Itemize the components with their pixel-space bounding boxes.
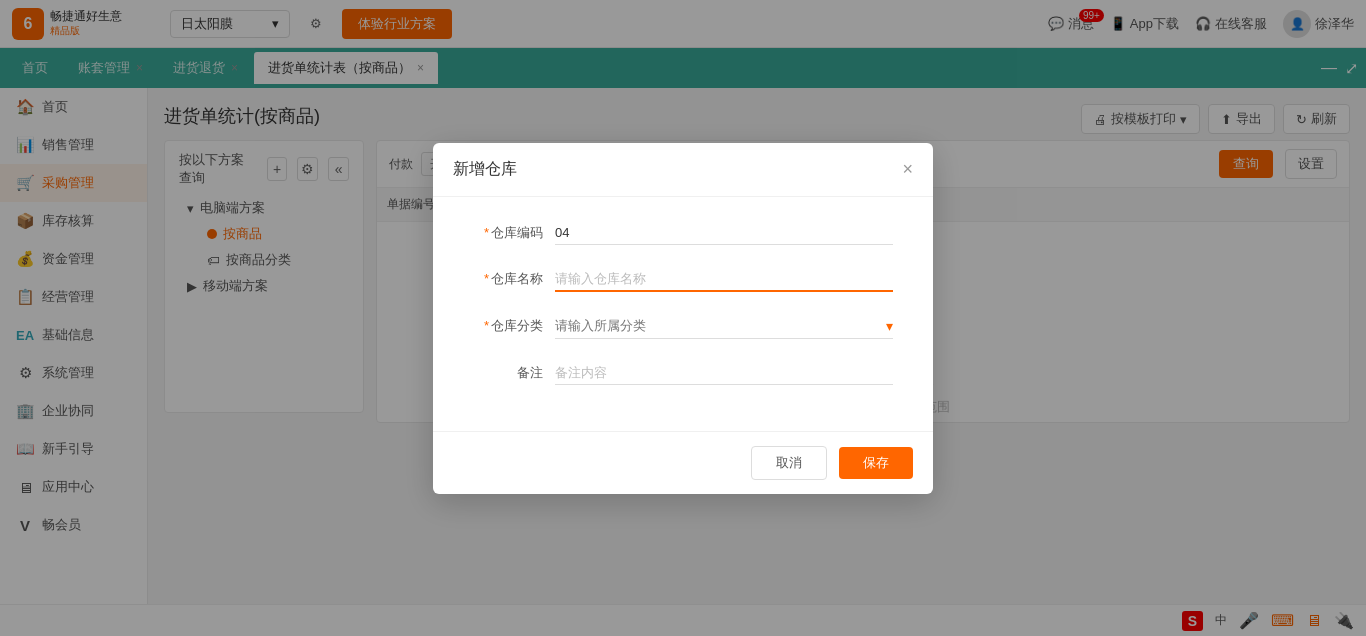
form-row-code: *仓库编码 [473,221,893,245]
modal-title: 新增仓库 [453,159,517,180]
modal-close-button[interactable]: × [902,159,913,180]
remark-label: 备注 [473,364,543,382]
warehouse-remark-input[interactable] [555,361,893,385]
warehouse-name-input[interactable] [555,267,893,292]
form-row-category: *仓库分类 ▾ [473,314,893,339]
warehouse-category-input[interactable] [555,318,886,333]
new-warehouse-modal: 新增仓库 × *仓库编码 *仓库名称 *仓库分类 [433,143,933,494]
form-row-remark: 备注 [473,361,893,385]
warehouse-code-input[interactable] [555,221,893,245]
modal-header: 新增仓库 × [433,143,933,197]
category-label: *仓库分类 [473,317,543,335]
chevron-down-icon: ▾ [886,318,893,334]
form-row-name: *仓库名称 [473,267,893,292]
name-label: *仓库名称 [473,270,543,288]
category-select-wrap[interactable]: ▾ [555,314,893,339]
code-label: *仓库编码 [473,224,543,242]
modal-body: *仓库编码 *仓库名称 *仓库分类 ▾ [433,197,933,431]
cancel-button[interactable]: 取消 [751,446,827,480]
modal-overlay: 新增仓库 × *仓库编码 *仓库名称 *仓库分类 [0,0,1366,636]
save-button[interactable]: 保存 [839,447,913,479]
modal-footer: 取消 保存 [433,431,933,494]
